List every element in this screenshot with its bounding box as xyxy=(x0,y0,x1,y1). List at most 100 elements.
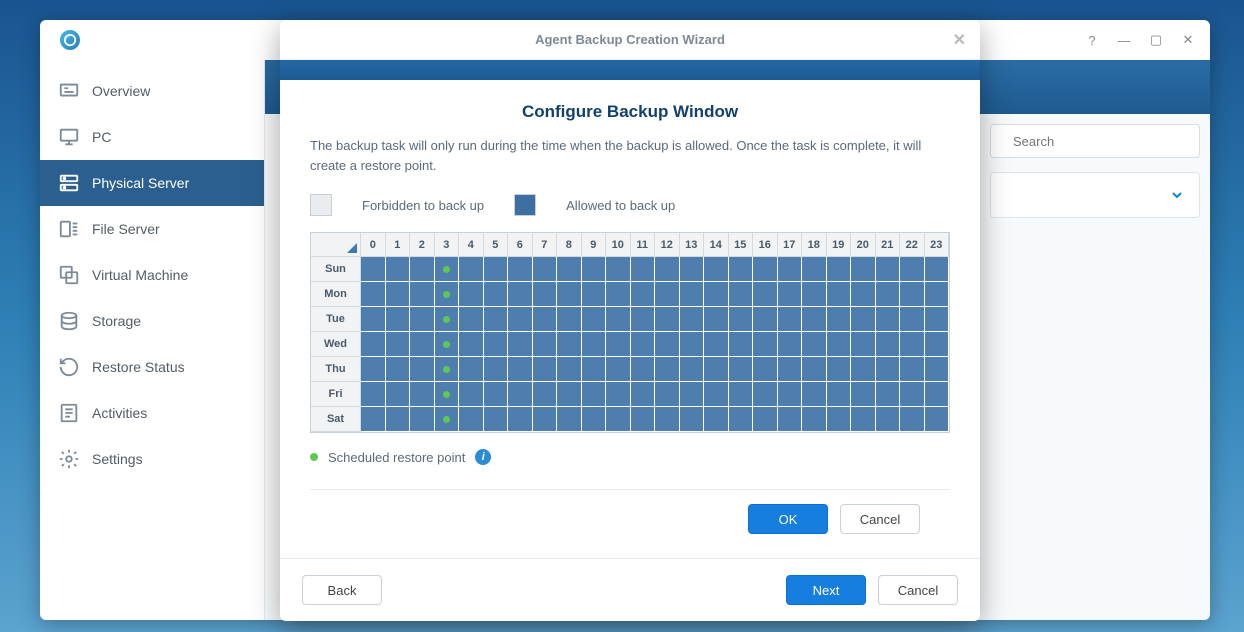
schedule-cell[interactable] xyxy=(655,307,680,332)
schedule-cell[interactable] xyxy=(729,282,754,307)
schedule-cell[interactable] xyxy=(606,307,631,332)
schedule-cell[interactable] xyxy=(704,332,729,357)
day-header[interactable]: Fri xyxy=(311,382,361,407)
schedule-cell[interactable] xyxy=(582,407,607,432)
sidebar-item-pc[interactable]: PC xyxy=(40,114,264,160)
schedule-cell[interactable] xyxy=(361,407,386,432)
schedule-cell[interactable] xyxy=(827,257,852,282)
schedule-cell[interactable] xyxy=(655,332,680,357)
hour-header[interactable]: 4 xyxy=(459,233,484,257)
schedule-cell[interactable] xyxy=(802,407,827,432)
schedule-cell[interactable] xyxy=(484,407,509,432)
info-icon[interactable]: i xyxy=(475,449,491,465)
schedule-cell[interactable] xyxy=(851,307,876,332)
hour-header[interactable]: 17 xyxy=(778,233,803,257)
schedule-cell[interactable] xyxy=(631,407,656,432)
day-header[interactable]: Sun xyxy=(311,257,361,282)
schedule-cell[interactable] xyxy=(435,357,460,382)
sidebar-item-file-server[interactable]: File Server xyxy=(40,206,264,252)
schedule-cell[interactable] xyxy=(802,357,827,382)
schedule-cell[interactable] xyxy=(410,307,435,332)
sidebar-item-overview[interactable]: Overview xyxy=(40,68,264,114)
schedule-cell[interactable] xyxy=(900,407,925,432)
help-icon[interactable]: ? xyxy=(1084,32,1100,48)
hour-header[interactable]: 0 xyxy=(361,233,386,257)
schedule-cell[interactable] xyxy=(484,357,509,382)
schedule-cell[interactable] xyxy=(361,307,386,332)
schedule-cell[interactable] xyxy=(802,382,827,407)
schedule-cell[interactable] xyxy=(753,407,778,432)
schedule-cell[interactable] xyxy=(508,357,533,382)
schedule-cell[interactable] xyxy=(925,282,950,307)
schedule-cell[interactable] xyxy=(900,332,925,357)
schedule-cell[interactable] xyxy=(704,257,729,282)
maximize-icon[interactable]: ▢ xyxy=(1148,32,1164,48)
hour-header[interactable]: 20 xyxy=(851,233,876,257)
schedule-cell[interactable] xyxy=(753,282,778,307)
schedule-cell[interactable] xyxy=(435,257,460,282)
hour-header[interactable]: 13 xyxy=(680,233,705,257)
schedule-cell[interactable] xyxy=(410,257,435,282)
schedule-cell[interactable] xyxy=(484,257,509,282)
schedule-cell[interactable] xyxy=(631,257,656,282)
schedule-cell[interactable] xyxy=(533,282,558,307)
hour-header[interactable]: 3 xyxy=(435,233,460,257)
schedule-cell[interactable] xyxy=(827,332,852,357)
outer-cancel-button[interactable]: Cancel xyxy=(878,575,958,605)
schedule-cell[interactable] xyxy=(876,307,901,332)
hour-header[interactable]: 18 xyxy=(802,233,827,257)
schedule-cell[interactable] xyxy=(557,282,582,307)
hour-header[interactable]: 10 xyxy=(606,233,631,257)
schedule-cell[interactable] xyxy=(851,357,876,382)
sidebar-item-storage[interactable]: Storage xyxy=(40,298,264,344)
schedule-cell[interactable] xyxy=(361,257,386,282)
schedule-cell[interactable] xyxy=(484,282,509,307)
hour-header[interactable]: 5 xyxy=(484,233,509,257)
schedule-cell[interactable] xyxy=(557,357,582,382)
schedule-cell[interactable] xyxy=(680,407,705,432)
schedule-cell[interactable] xyxy=(753,357,778,382)
schedule-cell[interactable] xyxy=(802,257,827,282)
schedule-cell[interactable] xyxy=(753,307,778,332)
schedule-cell[interactable] xyxy=(484,382,509,407)
schedule-cell[interactable] xyxy=(729,382,754,407)
schedule-cell[interactable] xyxy=(459,282,484,307)
hour-header[interactable]: 19 xyxy=(827,233,852,257)
schedule-cell[interactable] xyxy=(876,257,901,282)
schedule-cell[interactable] xyxy=(484,332,509,357)
schedule-cell[interactable] xyxy=(459,382,484,407)
schedule-cell[interactable] xyxy=(533,357,558,382)
day-header[interactable]: Sat xyxy=(311,407,361,432)
schedule-cell[interactable] xyxy=(533,407,558,432)
schedule-cell[interactable] xyxy=(778,382,803,407)
schedule-cell[interactable] xyxy=(508,282,533,307)
schedule-cell[interactable] xyxy=(925,382,950,407)
hour-header[interactable]: 2 xyxy=(410,233,435,257)
schedule-cell[interactable] xyxy=(851,382,876,407)
search-input[interactable] xyxy=(1013,134,1189,149)
schedule-cell[interactable] xyxy=(729,407,754,432)
schedule-cell[interactable] xyxy=(606,357,631,382)
schedule-cell[interactable] xyxy=(606,382,631,407)
schedule-cell[interactable] xyxy=(925,307,950,332)
sidebar-item-settings[interactable]: Settings xyxy=(40,436,264,482)
sidebar-item-restore-status[interactable]: Restore Status xyxy=(40,344,264,390)
schedule-cell[interactable] xyxy=(533,307,558,332)
schedule-cell[interactable] xyxy=(680,282,705,307)
schedule-cell[interactable] xyxy=(631,307,656,332)
schedule-cell[interactable] xyxy=(900,307,925,332)
schedule-cell[interactable] xyxy=(655,357,680,382)
hour-header[interactable]: 23 xyxy=(925,233,950,257)
schedule-cell[interactable] xyxy=(680,307,705,332)
schedule-cell[interactable] xyxy=(876,407,901,432)
schedule-cell[interactable] xyxy=(704,357,729,382)
sidebar-item-virtual-machine[interactable]: Virtual Machine xyxy=(40,252,264,298)
schedule-cell[interactable] xyxy=(655,282,680,307)
schedule-cell[interactable] xyxy=(386,407,411,432)
schedule-cell[interactable] xyxy=(631,382,656,407)
schedule-cell[interactable] xyxy=(925,407,950,432)
hour-header[interactable]: 6 xyxy=(508,233,533,257)
schedule-cell[interactable] xyxy=(533,257,558,282)
schedule-cell[interactable] xyxy=(729,257,754,282)
hour-header[interactable]: 8 xyxy=(557,233,582,257)
